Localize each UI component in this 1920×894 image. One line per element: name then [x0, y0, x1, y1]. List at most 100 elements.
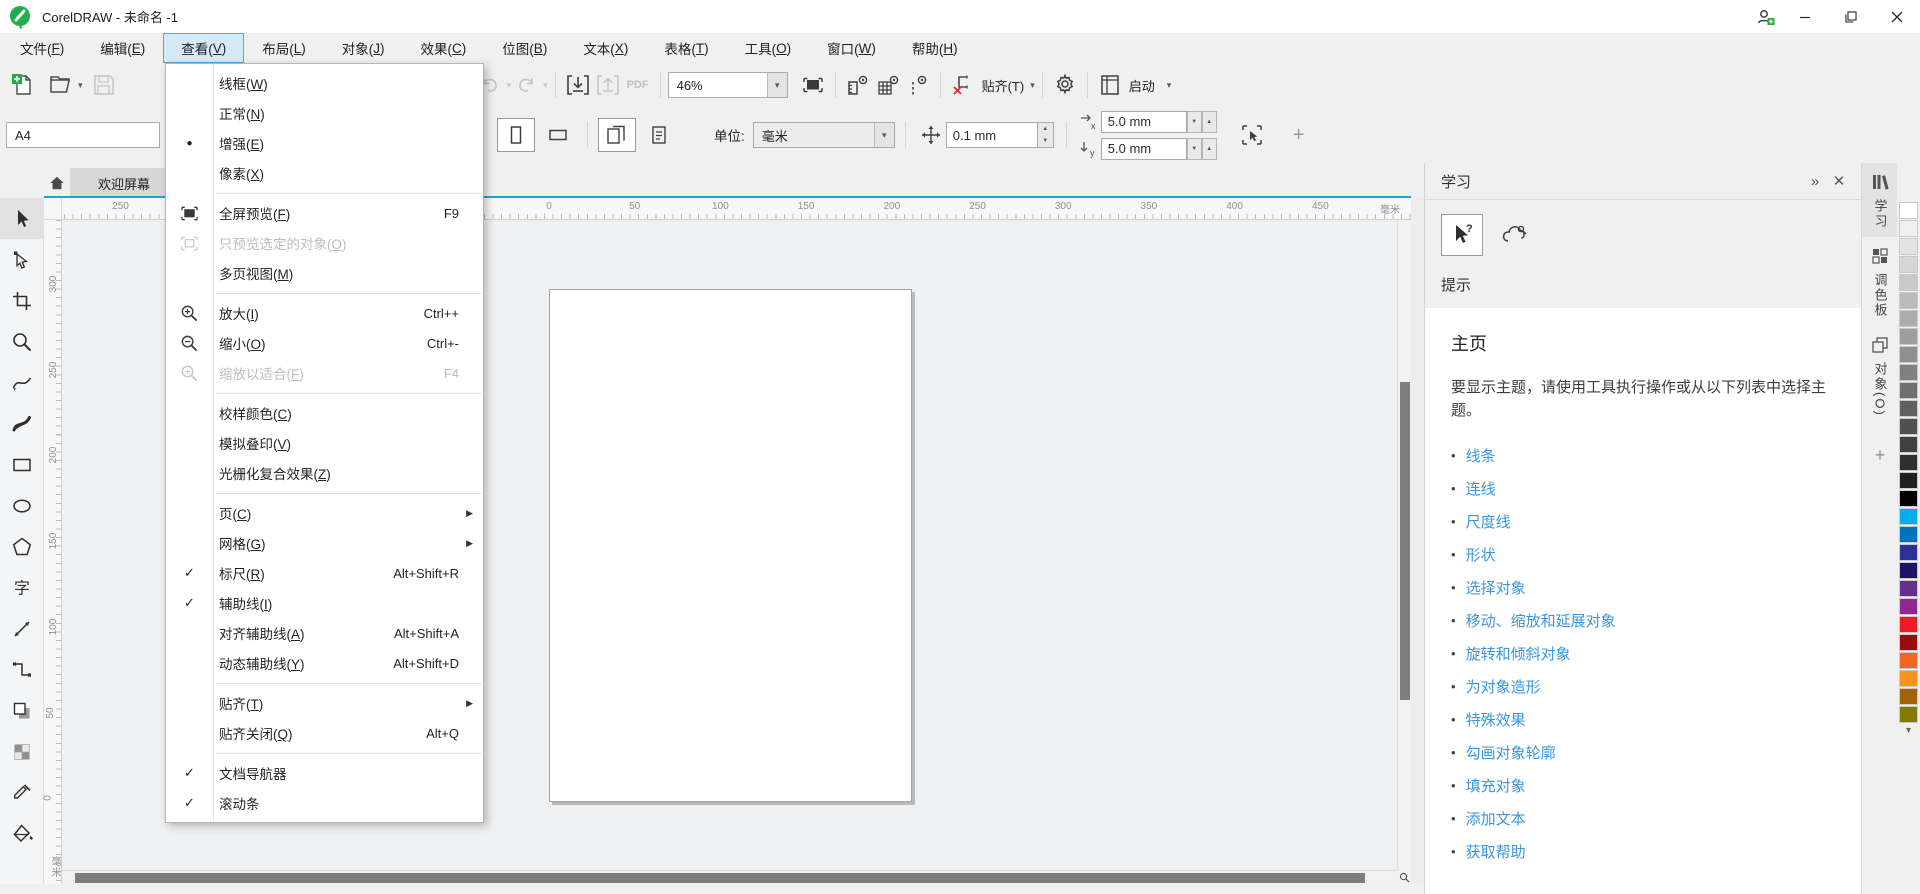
color-swatch[interactable]: [1899, 688, 1918, 705]
spin-down-icon[interactable]: ▼: [1038, 135, 1053, 147]
color-swatch[interactable]: [1899, 616, 1918, 633]
learn-topic-link-9[interactable]: 特殊效果: [1466, 709, 1526, 730]
learn-topic-link-5[interactable]: 选择对象: [1466, 577, 1526, 598]
snap-off-button[interactable]: [948, 69, 978, 101]
vertical-scrollbar-thumb[interactable]: [1400, 382, 1410, 700]
menubar-item-9[interactable]: 表格(T): [646, 33, 726, 63]
view-menu-item-1[interactable]: 线框(W): [166, 68, 483, 98]
all-pages-button[interactable]: [598, 118, 636, 152]
dimension-tool[interactable]: [0, 608, 44, 649]
docker-tab-3[interactable]: 对象(O): [1862, 326, 1898, 425]
learn-topic-link-11[interactable]: 填充对象: [1466, 775, 1526, 796]
import-button[interactable]: [563, 69, 593, 101]
menubar-item-6[interactable]: 效果(C): [403, 33, 485, 63]
color-swatch[interactable]: [1899, 652, 1918, 669]
open-dropdown-arrow-icon[interactable]: ▾: [78, 80, 83, 91]
docker-tab-2[interactable]: 调色板: [1862, 237, 1898, 326]
color-swatch[interactable]: [1899, 400, 1918, 417]
view-menu-item-10[interactable]: 放大(I)Ctrl++: [166, 298, 483, 328]
landscape-orientation-button[interactable]: [539, 118, 577, 152]
color-swatch[interactable]: [1899, 544, 1918, 561]
color-swatch[interactable]: [1899, 418, 1918, 435]
duplicate-x-field[interactable]: 5.0 mm: [1101, 111, 1187, 133]
view-menu-item-8[interactable]: 多页视图(M): [166, 258, 483, 288]
show-grid-button[interactable]: [873, 69, 903, 101]
panel-close-icon[interactable]: ✕: [1827, 169, 1851, 193]
menubar-item-12[interactable]: 帮助(H): [894, 33, 976, 63]
minimize-button[interactable]: [1782, 0, 1828, 33]
welcome-screen-tab[interactable]: 欢迎屏幕: [70, 168, 178, 198]
snap-dropdown-arrow-icon[interactable]: ▾: [1030, 80, 1035, 91]
freehand-tool[interactable]: [0, 362, 44, 403]
interactive-fill-tool[interactable]: [0, 813, 44, 854]
menubar-item-3[interactable]: 查看(V): [163, 33, 244, 63]
fullscreen-preview-button[interactable]: [798, 69, 828, 101]
zoom-tool[interactable]: [0, 321, 44, 362]
zoom-combo-arrow-icon[interactable]: ▾: [767, 73, 787, 97]
learn-topic-link-13[interactable]: 获取帮助: [1466, 841, 1526, 862]
view-menu-item-14[interactable]: 校样颜色(C): [166, 398, 483, 428]
new-document-button[interactable]: [8, 69, 38, 101]
units-combo[interactable]: 毫米 ▾: [753, 122, 895, 148]
color-swatch[interactable]: [1899, 382, 1918, 399]
duplicate-y-field[interactable]: 5.0 mm: [1101, 138, 1187, 160]
menubar-item-8[interactable]: 文本(X): [565, 33, 646, 63]
artistic-media-tool[interactable]: [0, 403, 44, 444]
nudge-spinner[interactable]: ▲▼: [1038, 122, 1054, 148]
color-swatch[interactable]: [1899, 670, 1918, 687]
treat-as-filled-button[interactable]: [1233, 118, 1271, 152]
open-document-button[interactable]: [46, 69, 76, 101]
launch-label[interactable]: 启动: [1129, 76, 1155, 95]
nudge-distance-field[interactable]: 0.1 mm: [946, 122, 1038, 148]
view-menu-item-28[interactable]: ✓文档导航器: [166, 758, 483, 788]
maximize-button[interactable]: [1828, 0, 1874, 33]
transparency-tool[interactable]: [0, 731, 44, 772]
view-menu-item-3[interactable]: ●增强(E): [166, 128, 483, 158]
horizontal-scrollbar-thumb[interactable]: [75, 873, 1365, 883]
docker-tab-1[interactable]: 学习: [1862, 163, 1898, 237]
color-swatch[interactable]: [1899, 310, 1918, 327]
units-combo-arrow-icon[interactable]: ▾: [874, 123, 894, 147]
vertical-ruler[interactable]: 300250200150100500: [44, 220, 62, 894]
user-account-icon[interactable]: [1748, 0, 1782, 33]
polygon-tool[interactable]: [0, 526, 44, 567]
view-menu-item-26[interactable]: 贴齐关闭(Q)Alt+Q: [166, 718, 483, 748]
color-swatch[interactable]: [1899, 526, 1918, 543]
color-swatch[interactable]: [1899, 472, 1918, 489]
color-swatch[interactable]: [1899, 328, 1918, 345]
show-guidelines-button[interactable]: [903, 69, 933, 101]
color-swatch[interactable]: [1899, 364, 1918, 381]
color-swatch[interactable]: [1899, 562, 1918, 579]
learn-topic-link-3[interactable]: 尺度线: [1466, 511, 1511, 532]
snap-to-label[interactable]: 贴齐(T): [982, 76, 1025, 95]
text-tool[interactable]: 字: [0, 567, 44, 608]
shape-tool[interactable]: [0, 239, 44, 280]
launch-dropdown-arrow-icon[interactable]: ▾: [1167, 80, 1172, 91]
color-swatch[interactable]: [1899, 598, 1918, 615]
menubar-item-11[interactable]: 窗口(W): [809, 33, 894, 63]
panel-collapse-icon[interactable]: »: [1803, 169, 1827, 193]
menubar-item-4[interactable]: 布局(L): [244, 33, 324, 63]
color-swatch[interactable]: [1899, 274, 1918, 291]
color-swatch[interactable]: [1899, 634, 1918, 651]
view-menu-item-20[interactable]: ✓标尺(R)Alt+Shift+R: [166, 558, 483, 588]
view-menu-item-6[interactable]: 全屏预览(F)F9: [166, 198, 483, 228]
learn-topic-link-4[interactable]: 形状: [1466, 544, 1496, 565]
color-swatch[interactable]: [1899, 238, 1918, 255]
home-tab-icon[interactable]: [46, 170, 68, 196]
view-menu-item-16[interactable]: 光栅化复合效果(Z): [166, 458, 483, 488]
explore-online-button[interactable]: [1493, 214, 1535, 256]
menubar-item-2[interactable]: 编辑(E): [82, 33, 163, 63]
color-swatch[interactable]: [1899, 706, 1918, 723]
add-docker-button[interactable]: +: [1862, 441, 1898, 471]
view-menu-item-4[interactable]: 像素(X): [166, 158, 483, 188]
zoom-level-combo[interactable]: 46% ▾: [668, 72, 788, 98]
menubar-item-7[interactable]: 位图(B): [484, 33, 565, 63]
color-swatch[interactable]: [1899, 256, 1918, 273]
close-button[interactable]: [1874, 0, 1920, 33]
view-menu-item-22[interactable]: 对齐辅助线(A)Alt+Shift+A: [166, 618, 483, 648]
menubar-item-10[interactable]: 工具(O): [727, 33, 810, 63]
color-swatch[interactable]: [1899, 508, 1918, 525]
learn-topic-link-2[interactable]: 连线: [1466, 478, 1496, 499]
duplicate-x-spinner[interactable]: ▼▲: [1187, 111, 1217, 133]
